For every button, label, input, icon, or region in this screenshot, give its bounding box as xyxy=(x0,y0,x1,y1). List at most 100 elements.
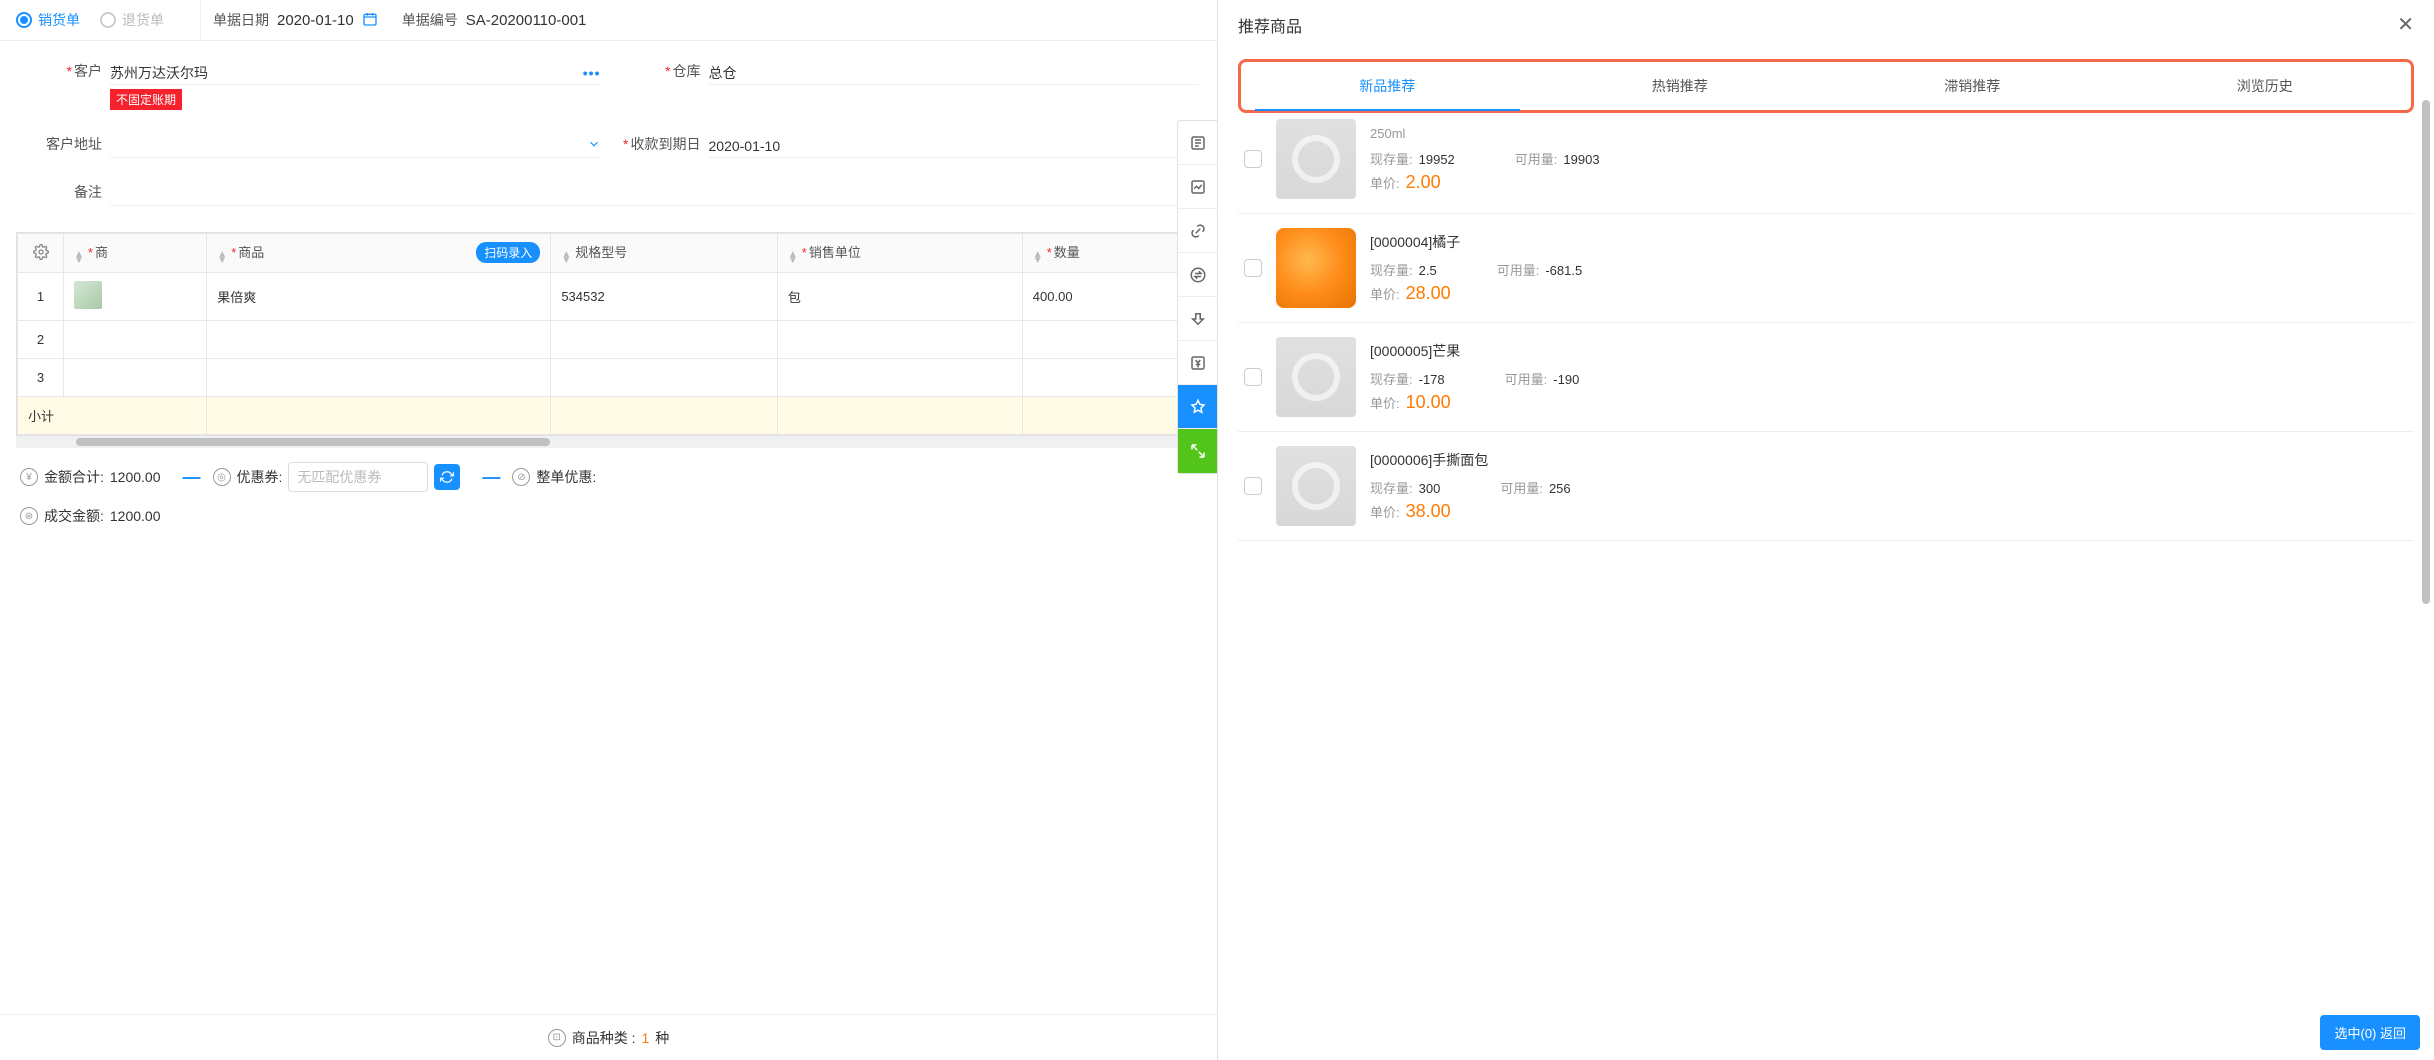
cell-qty[interactable] xyxy=(1022,321,1199,359)
radio-return-order[interactable]: 退货单 xyxy=(100,10,164,30)
chevron-down-icon[interactable] xyxy=(587,137,601,154)
remark-label: 备注 xyxy=(18,178,110,202)
cell-product[interactable] xyxy=(207,321,551,359)
close-icon[interactable]: ✕ xyxy=(2397,12,2414,37)
due-date-input[interactable]: 2020-01-10 xyxy=(709,134,1200,158)
tab-history[interactable]: 浏览历史 xyxy=(2119,62,2412,110)
col-product[interactable]: ▲▼*商品 扫码录入 xyxy=(207,234,551,273)
price-label: 单价: xyxy=(1370,287,1400,302)
sort-icon: ▲▼ xyxy=(561,252,571,264)
item-price: 38.00 xyxy=(1406,501,1451,521)
col-spec[interactable]: ▲▼规格型号 xyxy=(551,234,778,273)
cell-product[interactable]: 果倍爽 xyxy=(207,273,551,321)
item-title: [0000004]橘子 xyxy=(1370,232,2414,252)
stock-stat: 现存量:300 xyxy=(1370,478,1440,497)
table-row[interactable]: 2 xyxy=(18,321,1200,359)
deal-value: 1200.00 xyxy=(110,508,161,524)
radio-sale-order[interactable]: 销货单 xyxy=(16,10,80,30)
total-label: 金额合计: xyxy=(44,467,104,487)
cell-merchant[interactable] xyxy=(64,359,207,397)
vertical-scrollbar[interactable] xyxy=(2422,100,2430,1000)
recommend-panel: 推荐商品 ✕ 新品推荐 热销推荐 滞销推荐 浏览历史 250ml现存量:1995… xyxy=(1217,0,2434,1060)
radio-icon xyxy=(16,12,32,28)
footer-bar: ⊡ 商品种类 : 1 种 xyxy=(0,1014,1217,1060)
warehouse-label: *仓库 xyxy=(617,57,709,81)
currency-icon[interactable] xyxy=(1178,341,1218,385)
product-table: ▲▼*商 ▲▼*商品 扫码录入 ▲▼规格型号 ▲▼*销售单位 ▲▼*数量 1 果倍… xyxy=(16,232,1201,436)
avail-stat: 可用量:-681.5 xyxy=(1497,260,1583,279)
star-icon[interactable] xyxy=(1178,385,1218,429)
collapse-icon[interactable] xyxy=(1178,297,1218,341)
cell-qty[interactable]: 400.00 xyxy=(1022,273,1199,321)
item-price: 2.00 xyxy=(1406,172,1441,192)
radio-label: 退货单 xyxy=(122,10,164,30)
item-price: 10.00 xyxy=(1406,392,1451,412)
calendar-icon[interactable] xyxy=(362,11,378,30)
cell-qty[interactable] xyxy=(1022,359,1199,397)
select-return-button[interactable]: 选中(0) 返回 xyxy=(2320,1015,2420,1050)
chart-icon[interactable] xyxy=(1178,165,1218,209)
swap-icon[interactable] xyxy=(1178,253,1218,297)
label: 单据日期 xyxy=(213,10,269,30)
expand-icon[interactable] xyxy=(1178,429,1218,473)
col-unit[interactable]: ▲▼*销售单位 xyxy=(777,234,1022,273)
recommend-item[interactable]: [0000004]橘子现存量:2.5可用量:-681.5单价:28.00 xyxy=(1238,214,2414,323)
table-row[interactable]: 3 xyxy=(18,359,1200,397)
item-checkbox[interactable] xyxy=(1244,259,1262,277)
item-checkbox[interactable] xyxy=(1244,150,1262,168)
horizontal-scrollbar[interactable] xyxy=(16,436,1201,448)
item-title: [0000005]芒果 xyxy=(1370,341,2414,361)
scan-input-button[interactable]: 扫码录入 xyxy=(476,242,540,263)
product-image xyxy=(1276,446,1356,526)
cell-merchant[interactable] xyxy=(64,321,207,359)
cell-unit[interactable]: 包 xyxy=(777,273,1022,321)
radio-icon xyxy=(100,12,116,28)
table-row[interactable]: 1 果倍爽534532包400.00 xyxy=(18,273,1200,321)
cell-unit[interactable] xyxy=(777,321,1022,359)
list-icon[interactable] xyxy=(1178,121,1218,165)
recommend-item[interactable]: [0000006]手撕面包现存量:300 可用量:256 单价: 38.00 xyxy=(1238,432,2414,541)
cell-spec[interactable] xyxy=(551,321,778,359)
remark-input[interactable] xyxy=(110,182,1199,206)
item-title: [0000006]手撕面包 xyxy=(1370,450,2414,470)
left-panel: 销货单 退货单 单据日期 2020-01-10 单据编号 SA-20200110… xyxy=(0,0,1217,1060)
recommend-item[interactable]: 250ml现存量:19952可用量:19903单价:2.00 xyxy=(1238,105,2414,214)
more-icon[interactable]: ••• xyxy=(583,65,601,81)
address-label: 客户地址 xyxy=(18,130,110,154)
sort-icon: ▲▼ xyxy=(217,252,227,264)
col-qty[interactable]: ▲▼*数量 xyxy=(1022,234,1199,273)
stock-stat: 现存量:2.5 xyxy=(1370,260,1437,279)
item-checkbox[interactable] xyxy=(1244,477,1262,495)
header-row: 销货单 退货单 单据日期 2020-01-10 单据编号 SA-20200110… xyxy=(0,0,1217,41)
tab-slow[interactable]: 滞销推荐 xyxy=(1826,62,2119,110)
settings-column[interactable] xyxy=(18,234,64,273)
cell-product[interactable] xyxy=(207,359,551,397)
tab-new[interactable]: 新品推荐 xyxy=(1241,62,1534,110)
item-info: 250ml现存量:19952可用量:19903单价:2.00 xyxy=(1370,126,2414,193)
coupon-input[interactable]: 无匹配优惠券 xyxy=(288,462,428,492)
tab-hot[interactable]: 热销推荐 xyxy=(1534,62,1827,110)
cell-spec[interactable]: 534532 xyxy=(551,273,778,321)
recommend-item[interactable]: [0000005]芒果现存量:-178可用量:-190单价:10.00 xyxy=(1238,323,2414,432)
refresh-button[interactable] xyxy=(434,464,460,490)
item-checkbox[interactable] xyxy=(1244,368,1262,386)
item-info: [0000006]手撕面包现存量:300 可用量:256 单价: 38.00 xyxy=(1370,450,2414,522)
radio-label: 销货单 xyxy=(38,10,80,30)
product-image xyxy=(1276,228,1356,308)
cell-unit[interactable] xyxy=(777,359,1022,397)
label: 单据编号 xyxy=(402,10,458,30)
cell-merchant[interactable] xyxy=(64,273,207,321)
avail-stat: 可用量:256 xyxy=(1500,478,1570,497)
warehouse-input[interactable]: 总仓 xyxy=(709,61,1200,85)
col-merchant[interactable]: ▲▼*商 xyxy=(64,234,207,273)
customer-input[interactable]: 苏州万达沃尔玛 ••• xyxy=(110,61,601,85)
cell-spec[interactable] xyxy=(551,359,778,397)
row-number: 1 xyxy=(18,273,64,321)
link-icon[interactable] xyxy=(1178,209,1218,253)
kind-value: 1 xyxy=(641,1030,649,1046)
price-label: 单价: xyxy=(1370,505,1400,520)
customer-value: 苏州万达沃尔玛 xyxy=(110,63,208,83)
value[interactable]: 2020-01-10 xyxy=(277,12,354,29)
avail-stat: 可用量:-190 xyxy=(1505,369,1580,388)
address-input[interactable] xyxy=(110,134,601,158)
